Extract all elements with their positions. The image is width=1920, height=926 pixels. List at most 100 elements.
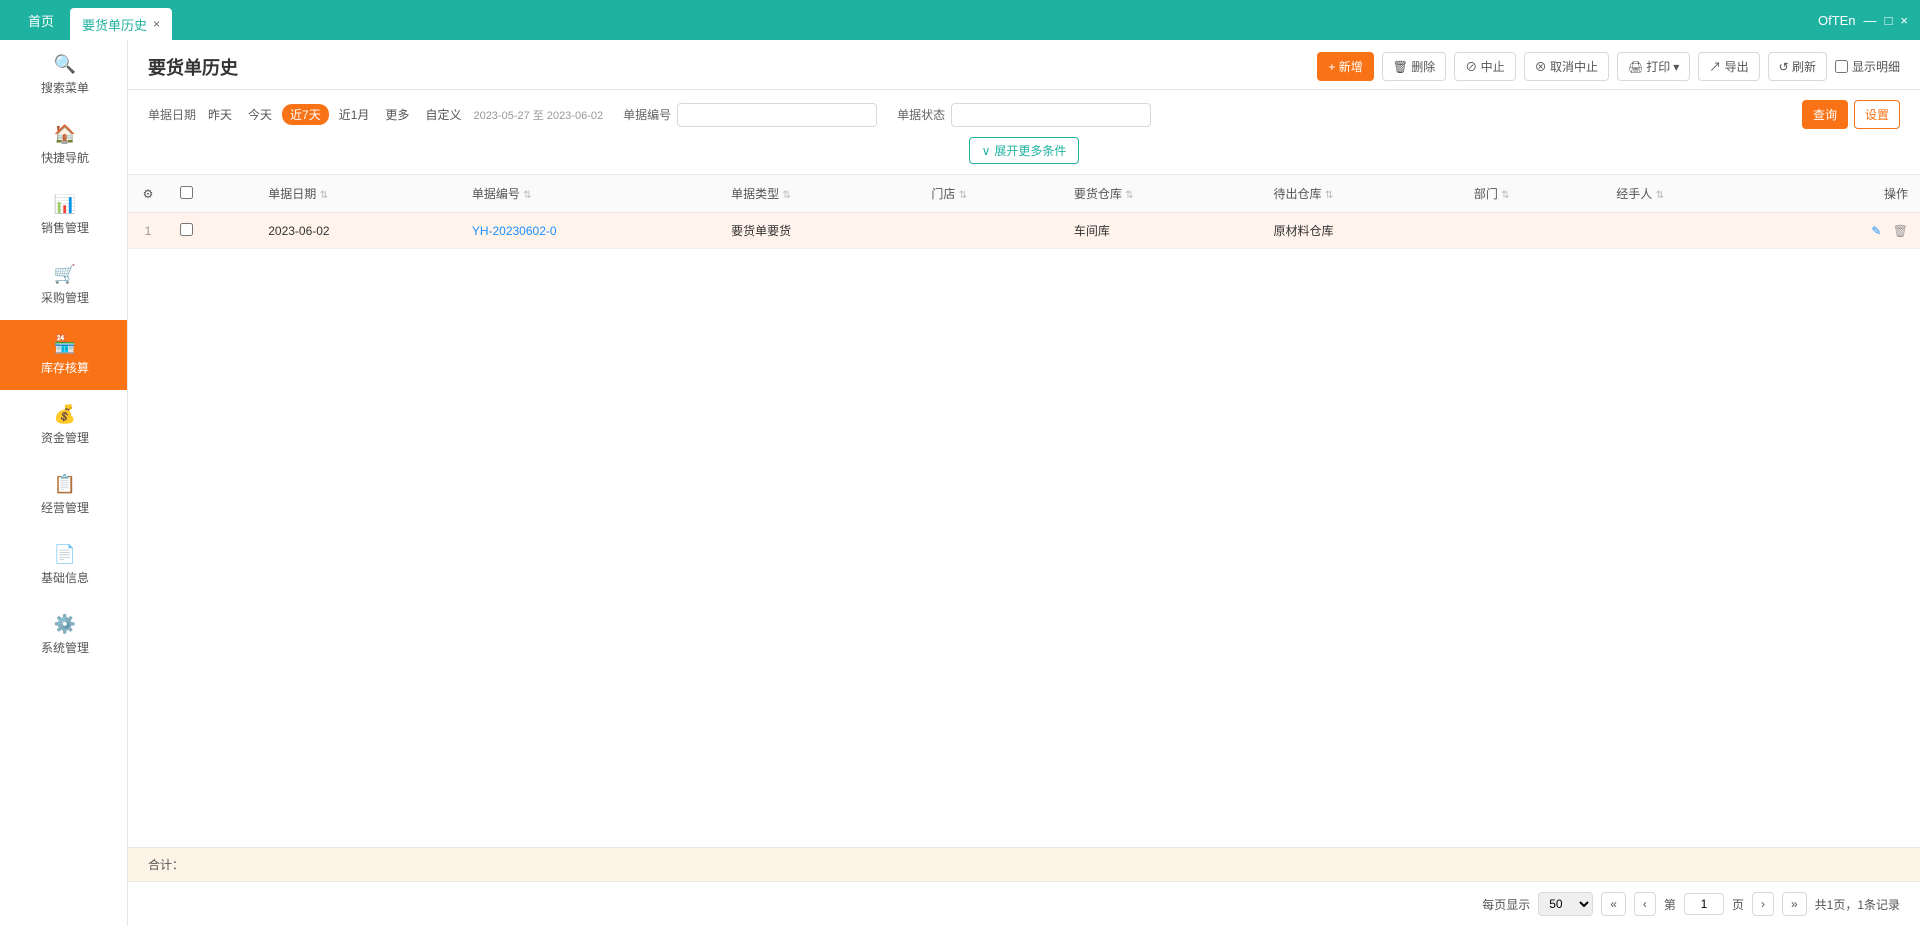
sidebar-item-finance-mgmt[interactable]: 💰 资金管理	[0, 390, 127, 460]
sort-doc-no-icon[interactable]: ⇅	[523, 190, 531, 201]
row-edit-icon[interactable]: ✎	[1871, 224, 1881, 238]
sort-store-icon[interactable]: ⇅	[959, 190, 967, 201]
total-info: 共1页，1条记录	[1815, 896, 1900, 913]
stop-button[interactable]: ⊘ 中止	[1454, 52, 1515, 81]
page-number-input[interactable]	[1684, 893, 1724, 915]
sort-pending-warehouse-icon[interactable]: ⇅	[1325, 190, 1333, 201]
sys-mgmt-icon: ⚙️	[54, 614, 76, 635]
content-area: 要货单历史 + 新增 🗑 删除 ⊘ 中止 ⊗ 取消中止 🖨 🖨 打印 打印 ▾ …	[128, 40, 1920, 926]
sidebar-item-inventory[interactable]: 🏪 库存核算	[0, 320, 127, 390]
settings-button[interactable]: 设置	[1854, 100, 1900, 129]
expand-filter-button[interactable]: ∨ 展开更多条件	[969, 137, 1080, 164]
doc-no-link[interactable]: YH-20230602-0	[472, 224, 557, 238]
td-store	[919, 213, 1061, 249]
filter-group-date: 单据日期 昨天 今天 近7天 近1月 更多 自定义 2023-05-27 至 2…	[148, 104, 603, 125]
sidebar-item-label: 系统管理	[41, 639, 89, 656]
status-select-wrapper	[951, 103, 1151, 127]
date-btn-7days[interactable]: 近7天	[282, 104, 329, 125]
print-button[interactable]: 🖨 🖨 打印 打印 ▾	[1617, 52, 1690, 81]
window-maximize-icon[interactable]: □	[1885, 13, 1893, 28]
date-btn-yesterday[interactable]: 昨天	[202, 104, 238, 125]
export-button[interactable]: ↗ 导出	[1698, 52, 1759, 81]
page-header-row: 要货单历史 + 新增 🗑 删除 ⊘ 中止 ⊗ 取消中止 🖨 🖨 打印 打印 ▾ …	[128, 40, 1920, 90]
filter-action-buttons: 查询 设置	[1802, 100, 1900, 129]
td-checkbox	[168, 213, 256, 249]
top-bar-tabs: 首页 要货单历史 ×	[12, 0, 1818, 40]
next-group-button[interactable]: »	[1782, 892, 1807, 916]
top-bar-right: OfTEn — □ ×	[1818, 13, 1908, 28]
date-btn-1month[interactable]: 近1月	[333, 104, 376, 125]
date-range-display: 2023-05-27 至 2023-06-02	[473, 107, 603, 123]
query-button[interactable]: 查询	[1802, 100, 1848, 129]
sidebar-item-ops-mgmt[interactable]: 📋 经营管理	[0, 460, 127, 530]
td-no: 1	[128, 213, 168, 249]
display-detail-checkbox[interactable]	[1835, 60, 1848, 73]
date-btn-today[interactable]: 今天	[242, 104, 278, 125]
th-doc-no: 单据编号 ⇅	[460, 175, 719, 213]
filter-row-2: ∨ 展开更多条件	[148, 137, 1900, 164]
page-label-post: 页	[1732, 896, 1744, 913]
date-btn-more[interactable]: 更多	[379, 104, 415, 125]
sort-doc-date-icon[interactable]: ⇅	[320, 190, 328, 201]
sidebar-item-label: 搜索菜单	[41, 79, 89, 96]
tab-home[interactable]: 首页	[12, 0, 70, 40]
td-doc-date: 2023-06-02	[256, 213, 460, 249]
td-doc-no: YH-20230602-0	[460, 213, 719, 249]
ops-mgmt-icon: 📋	[54, 474, 76, 495]
sidebar-item-label: 快捷导航	[41, 149, 89, 166]
next-page-button[interactable]: ›	[1752, 892, 1774, 916]
filter-group-docno: 单据编号	[623, 103, 877, 127]
total-label: 合计：	[148, 856, 184, 873]
sidebar-item-label: 经营管理	[41, 499, 89, 516]
app-container: 首页 要货单历史 × OfTEn — □ × 🔍 搜索菜单 🏠 快捷导航	[0, 0, 1920, 926]
top-bar-brand: OfTEn	[1818, 13, 1856, 28]
tab-active[interactable]: 要货单历史 ×	[70, 8, 172, 40]
window-close-icon[interactable]: ×	[1900, 13, 1908, 28]
sidebar-item-label: 销售管理	[41, 219, 89, 236]
new-button[interactable]: + 新增	[1317, 52, 1373, 81]
close-tab-icon[interactable]: ×	[153, 17, 160, 31]
sort-dept-icon[interactable]: ⇅	[1501, 190, 1509, 201]
th-settings[interactable]: ⚙	[128, 175, 168, 213]
window-minimize-icon[interactable]: —	[1864, 13, 1877, 28]
td-dept	[1462, 213, 1604, 249]
filter-group-status: 单据状态	[897, 103, 1151, 127]
sidebar-item-purchase-mgmt[interactable]: 🛒 采购管理	[0, 250, 127, 320]
sidebar-item-quick-nav[interactable]: 🏠 快捷导航	[0, 110, 127, 180]
table-header-row: ⚙ 单据日期 ⇅ 单据编号 ⇅ 单据类型	[128, 175, 1920, 213]
status-filter-select[interactable]	[951, 103, 1151, 127]
td-doc-type: 要货单要货	[719, 213, 919, 249]
page-size-select[interactable]: 50 100	[1538, 892, 1593, 916]
inventory-icon: 🏪	[54, 334, 76, 355]
table-row: 1 2023-06-02 YH-20230602-0 要货单要货 车间库 原材料…	[128, 213, 1920, 249]
header-actions: + 新增 🗑 删除 ⊘ 中止 ⊗ 取消中止 🖨 🖨 打印 打印 ▾ ↗ 导出 ↺…	[1317, 52, 1900, 81]
row-delete-icon[interactable]: 🗑	[1893, 224, 1908, 238]
sidebar-item-sales-mgmt[interactable]: 📊 销售管理	[0, 180, 127, 250]
print-dropdown-icon[interactable]: ▾	[1673, 60, 1679, 74]
row-checkbox[interactable]	[180, 223, 193, 236]
refresh-button[interactable]: ↺ 刷新	[1768, 52, 1827, 81]
docno-filter-input[interactable]	[677, 103, 877, 127]
sort-req-warehouse-icon[interactable]: ⇅	[1125, 190, 1133, 201]
prev-group-button[interactable]: «	[1601, 892, 1626, 916]
sort-handler-icon[interactable]: ⇅	[1656, 190, 1664, 201]
select-all-checkbox[interactable]	[180, 186, 193, 199]
th-pending-warehouse: 待出仓库 ⇅	[1262, 175, 1462, 213]
prev-page-button[interactable]: ‹	[1634, 892, 1656, 916]
sidebar-item-label: 采购管理	[41, 289, 89, 306]
docno-filter-label: 单据编号	[623, 106, 671, 123]
print-icon: 🖨	[1628, 60, 1643, 74]
sidebar-item-search-menu[interactable]: 🔍 搜索菜单	[0, 40, 127, 110]
sidebar: 🔍 搜索菜单 🏠 快捷导航 📊 销售管理 🛒 采购管理 🏪 库存核算 💰	[0, 40, 128, 926]
date-btn-custom[interactable]: 自定义	[419, 104, 467, 125]
th-action: 操作	[1775, 175, 1920, 213]
sidebar-item-basic-info[interactable]: 📄 基础信息	[0, 530, 127, 600]
td-action: ✎ 🗑	[1775, 213, 1920, 249]
sort-doc-type-icon[interactable]: ⇅	[782, 190, 790, 201]
sidebar-item-sys-mgmt[interactable]: ⚙️ 系统管理	[0, 600, 127, 670]
cancel-stop-button[interactable]: ⊗ 取消中止	[1524, 52, 1609, 81]
td-req-warehouse: 车间库	[1062, 213, 1262, 249]
display-detail-toggle[interactable]: 显示明细	[1835, 58, 1900, 75]
delete-button[interactable]: 🗑 删除	[1382, 52, 1447, 81]
top-section: 要货单历史 + 新增 🗑 删除 ⊘ 中止 ⊗ 取消中止 🖨 🖨 打印 打印 ▾ …	[128, 40, 1920, 175]
